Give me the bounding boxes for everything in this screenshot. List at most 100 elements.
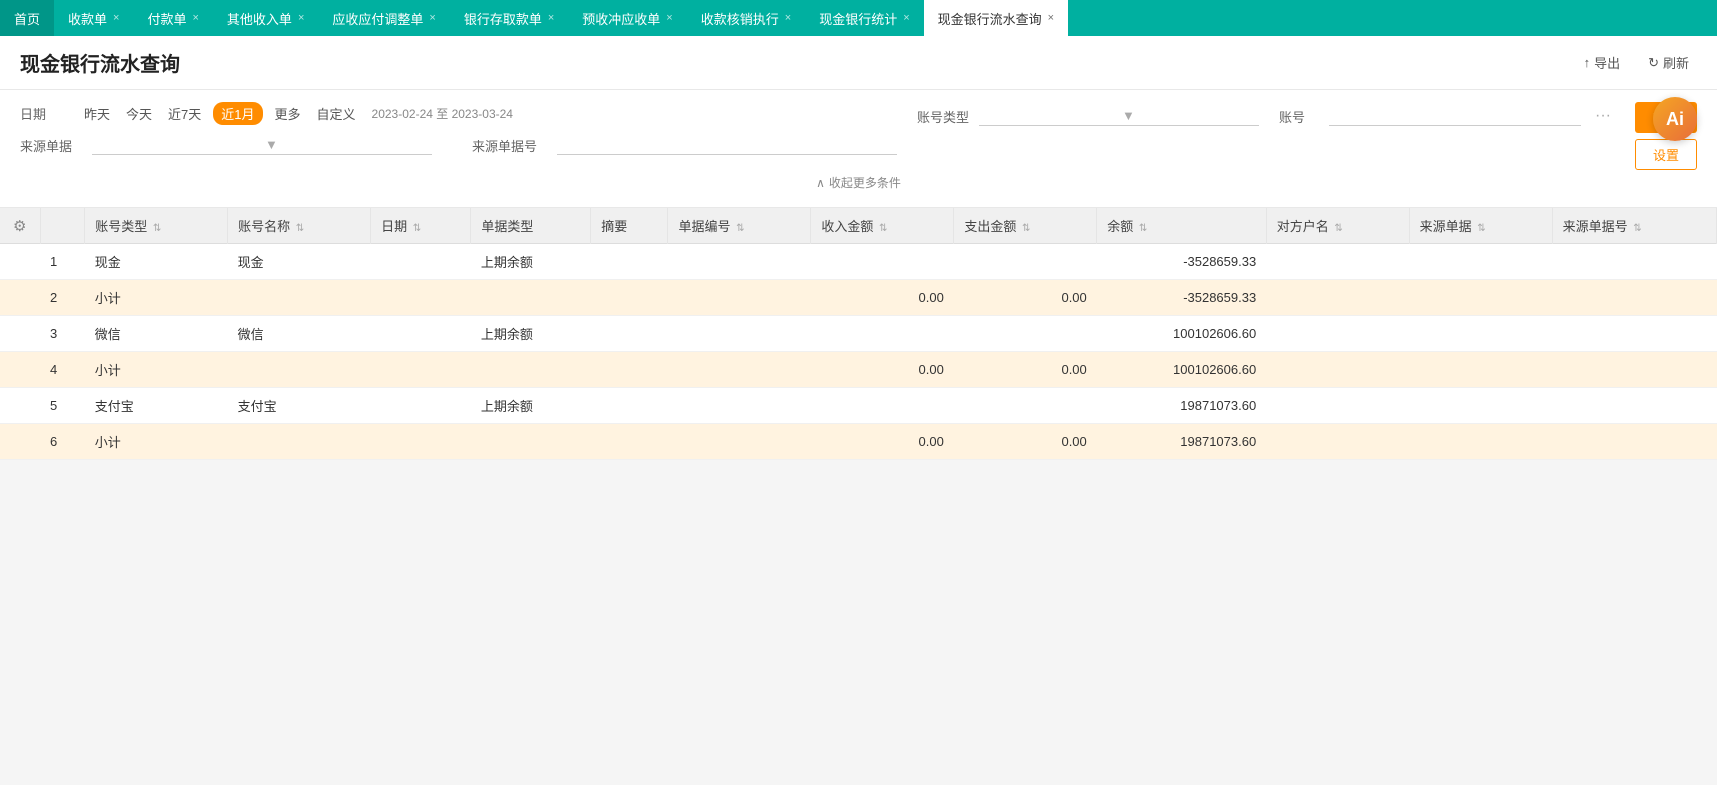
nav-item-other-income-close[interactable]: ×: [298, 12, 304, 24]
col-source-doc[interactable]: 来源单据 ⇅: [1409, 208, 1552, 244]
settings-button[interactable]: 设置: [1635, 139, 1697, 170]
table-cell: 100102606.60: [1097, 352, 1266, 388]
table-cell: [1266, 316, 1409, 352]
table-cell: [1409, 244, 1552, 280]
nav-item-receipt-close[interactable]: ×: [113, 12, 119, 24]
table-row[interactable]: 6小计0.000.0019871073.60: [0, 424, 1717, 460]
date-opt-today[interactable]: 今天: [122, 102, 156, 125]
table-cell: [1266, 352, 1409, 388]
col-account-type[interactable]: 账号类型 ⇅: [85, 208, 228, 244]
account-more-btn[interactable]: ···: [1591, 107, 1615, 125]
nav-item-bank-deposit-label: 银行存取款单: [464, 9, 542, 28]
gear-icon[interactable]: ⚙: [13, 218, 26, 235]
col-counterpart-label: 对方户名: [1277, 219, 1329, 234]
col-counterpart[interactable]: 对方户名 ⇅: [1266, 208, 1409, 244]
nav-item-cash-stats[interactable]: 现金银行统计 ×: [805, 0, 923, 36]
table-cell: [228, 424, 371, 460]
table-row[interactable]: 3微信微信上期余额100102606.60: [0, 316, 1717, 352]
ai-badge[interactable]: Ai: [1653, 97, 1697, 141]
nav-item-verify-exec[interactable]: 收款核销执行 ×: [687, 0, 805, 36]
col-income-label: 收入金额: [821, 219, 873, 234]
nav-item-receipt[interactable]: 收款单 ×: [54, 0, 133, 36]
source-doc-no-input[interactable]: [557, 135, 897, 155]
table-cell: [811, 316, 954, 352]
table-cell: [371, 352, 471, 388]
nav-item-cash-flow-close[interactable]: ×: [1048, 12, 1054, 24]
col-account-name-label: 账号名称: [238, 219, 290, 234]
col-account-type-sort: ⇅: [153, 223, 161, 234]
table-cell: 上期余额: [471, 244, 591, 280]
table-cell: [1266, 388, 1409, 424]
col-summary-label: 摘要: [601, 219, 627, 234]
table-cell: [1552, 280, 1716, 316]
col-account-name-sort: ⇅: [296, 223, 304, 234]
table-cell: [371, 424, 471, 460]
col-source-doc-no-sort: ⇅: [1633, 223, 1641, 234]
col-account-name[interactable]: 账号名称 ⇅: [228, 208, 371, 244]
table-cell: [1552, 388, 1716, 424]
date-opt-1month[interactable]: 近1月: [213, 102, 262, 125]
table-cell: [1266, 424, 1409, 460]
nav-item-cash-flow[interactable]: 现金银行流水查询 ×: [924, 0, 1068, 36]
nav-item-payment-close[interactable]: ×: [192, 12, 198, 24]
table-cell: [0, 280, 40, 316]
nav-item-payment-label: 付款单: [147, 9, 186, 28]
date-opt-7days[interactable]: 近7天: [164, 102, 205, 125]
table-row[interactable]: 4小计0.000.00100102606.60: [0, 352, 1717, 388]
nav-item-pre-receipt-close[interactable]: ×: [666, 12, 672, 24]
col-income[interactable]: 收入金额 ⇅: [811, 208, 954, 244]
table-row[interactable]: 2小计0.000.00-3528659.33: [0, 280, 1717, 316]
col-source-doc-no[interactable]: 来源单据号 ⇅: [1552, 208, 1716, 244]
col-counterpart-sort: ⇅: [1334, 223, 1342, 234]
col-balance-sort: ⇅: [1139, 223, 1147, 234]
date-opt-custom[interactable]: 自定义: [313, 102, 360, 125]
filter-account: 账号 ···: [1279, 106, 1615, 126]
account-type-select[interactable]: ▼: [979, 106, 1259, 126]
table-cell: 100102606.60: [1097, 316, 1266, 352]
table-row[interactable]: 1现金现金上期余额-3528659.33: [0, 244, 1717, 280]
col-expense[interactable]: 支出金额 ⇅: [954, 208, 1097, 244]
table-cell: 微信: [228, 316, 371, 352]
col-source-doc-label: 来源单据: [1420, 219, 1472, 234]
date-opt-more[interactable]: 更多: [271, 102, 305, 125]
nav-item-other-income[interactable]: 其他收入单 ×: [213, 0, 318, 36]
col-balance[interactable]: 余额 ⇅: [1097, 208, 1266, 244]
table-cell: 5: [40, 388, 85, 424]
table-cell: [1552, 244, 1716, 280]
nav-item-ar-ap-adjust[interactable]: 应收应付调整单 ×: [318, 0, 449, 36]
col-date[interactable]: 日期 ⇅: [371, 208, 471, 244]
nav-item-home[interactable]: 首页: [0, 0, 54, 36]
table-cell: [1266, 244, 1409, 280]
nav-item-bank-deposit[interactable]: 银行存取款单 ×: [450, 0, 568, 36]
col-doc-type: 单据类型: [471, 208, 591, 244]
col-index: [40, 208, 85, 244]
refresh-button[interactable]: ↻ 刷新: [1640, 49, 1697, 76]
table-cell: [668, 388, 811, 424]
table-cell: 小计: [85, 280, 228, 316]
col-expense-sort: ⇅: [1022, 223, 1030, 234]
date-opt-yesterday[interactable]: 昨天: [80, 102, 114, 125]
nav-item-cash-stats-close[interactable]: ×: [903, 12, 909, 24]
collapse-bar[interactable]: ∧ 收起更多条件: [20, 170, 1697, 199]
col-settings[interactable]: ⚙: [0, 208, 40, 244]
nav-item-verify-exec-close[interactable]: ×: [785, 12, 791, 24]
page-title: 现金银行流水查询: [20, 48, 180, 77]
table-cell: [668, 244, 811, 280]
export-button[interactable]: ↑ 导出: [1576, 49, 1629, 76]
nav-item-pre-receipt[interactable]: 预收冲应收单 ×: [568, 0, 686, 36]
nav-item-bank-deposit-close[interactable]: ×: [548, 12, 554, 24]
table-row[interactable]: 5支付宝支付宝上期余额19871073.60: [0, 388, 1717, 424]
col-doc-no[interactable]: 单据编号 ⇅: [668, 208, 811, 244]
table-cell: [811, 244, 954, 280]
source-doc-select[interactable]: ▼: [92, 135, 432, 155]
table-cell: [0, 424, 40, 460]
col-date-sort: ⇅: [413, 223, 421, 234]
col-doc-no-sort: ⇅: [736, 223, 744, 234]
table-cell: [591, 352, 668, 388]
nav-item-payment[interactable]: 付款单 ×: [133, 0, 212, 36]
nav-item-ar-ap-adjust-close[interactable]: ×: [429, 12, 435, 24]
account-input[interactable]: [1329, 106, 1581, 126]
table-cell: [371, 280, 471, 316]
table-cell: [1409, 424, 1552, 460]
table-cell: 0.00: [954, 424, 1097, 460]
